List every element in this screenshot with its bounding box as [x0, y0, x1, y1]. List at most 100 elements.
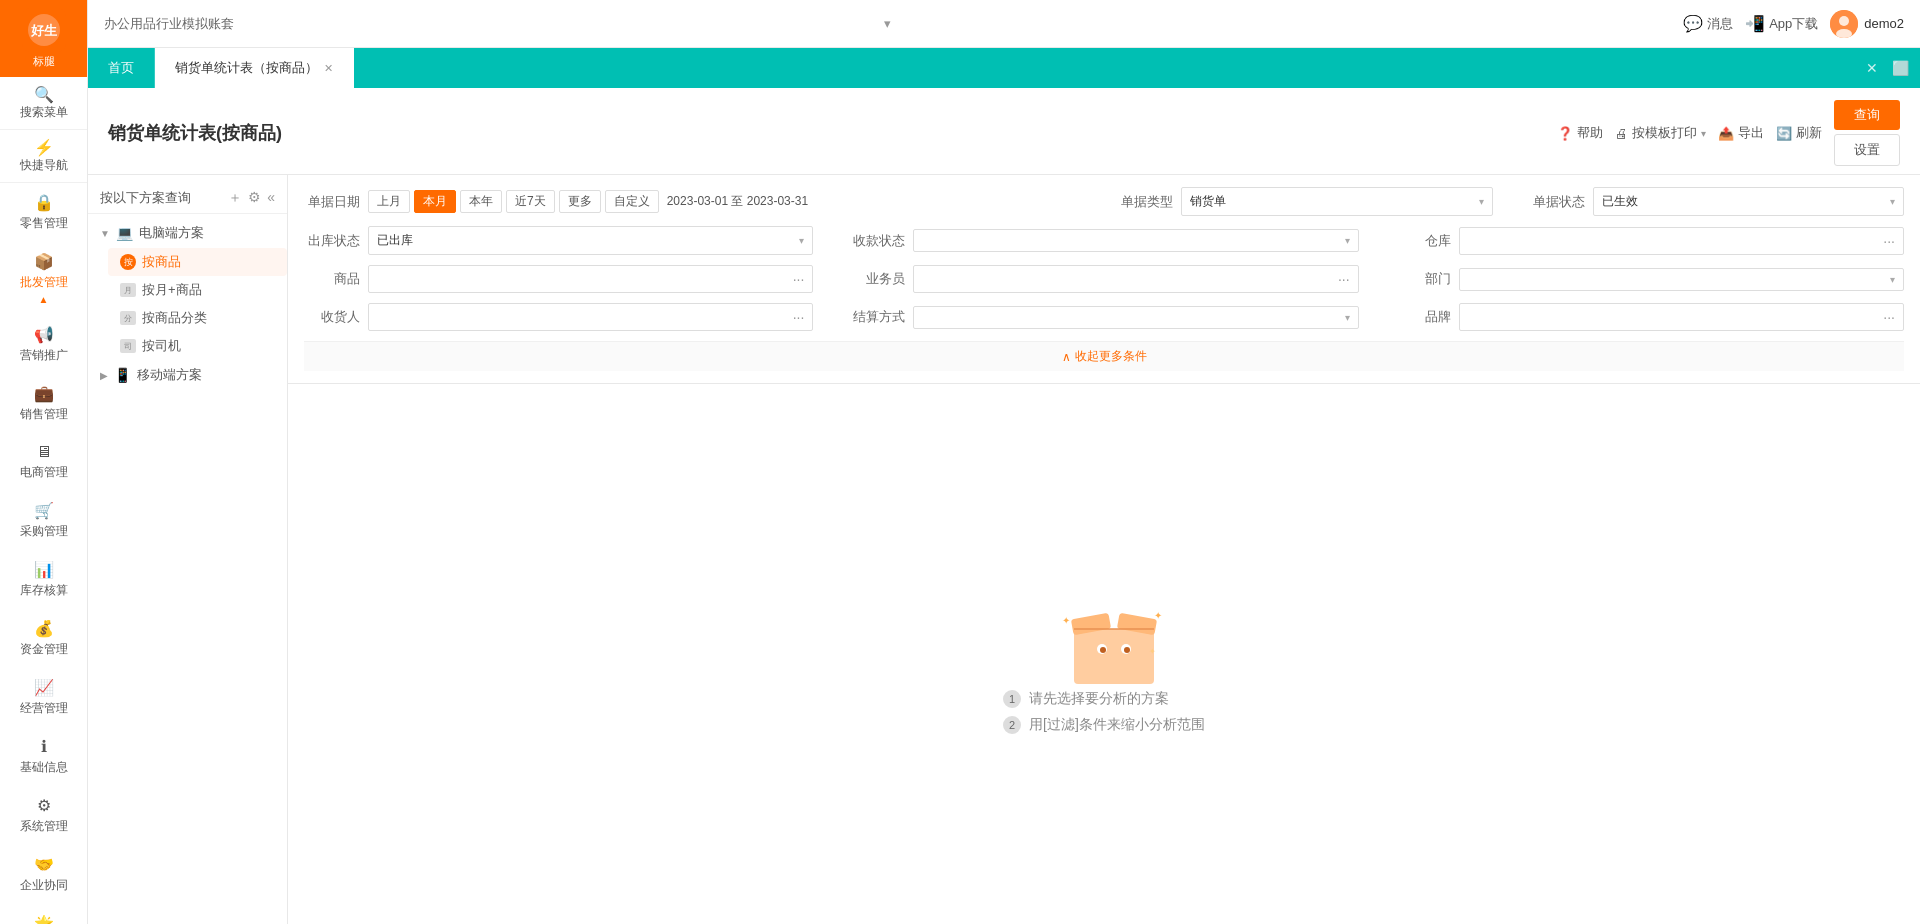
empty-tips: 1 请先选择要分析的方案 2 用[过滤]条件来缩小分析范围	[1003, 690, 1205, 734]
help-button[interactable]: ❓ 帮助	[1557, 124, 1603, 142]
warehouse-input[interactable]: ···	[1459, 227, 1904, 255]
doc-status-select[interactable]: 已生效 ▾	[1593, 187, 1904, 216]
date-btn-this-month[interactable]: 本月	[414, 190, 456, 213]
basic-info-icon: ℹ	[41, 737, 47, 756]
sidebar-item-inventory[interactable]: 📊 库存核算	[0, 550, 87, 609]
app-download-button[interactable]: 📲 App下载	[1745, 14, 1818, 33]
left-panel-header: 按以下方案查询 ＋ ⚙ «	[88, 183, 287, 214]
tab-close-button[interactable]: ✕	[324, 62, 333, 75]
sidebar-item-collaboration[interactable]: 🤝 企业协同	[0, 845, 87, 904]
settings-button[interactable]: 设置	[1834, 134, 1900, 166]
sidebar-item-operations[interactable]: 📈 经营管理	[0, 668, 87, 727]
sidebar-item-wholesale[interactable]: 📦 批发管理 ▲	[0, 242, 87, 315]
maximize-tab-btn[interactable]: ⬜	[1888, 56, 1912, 80]
dept-select[interactable]: ▾	[1459, 268, 1904, 291]
sidebar: 好生 标腿 🔍 搜索菜单 ⚡ 快捷导航 🔒 零售管理 📦 批发管理 ▲ 📢 营销…	[0, 0, 88, 924]
date-btn-this-year[interactable]: 本年	[460, 190, 502, 213]
by-month-goods-icon: 月	[120, 283, 136, 297]
sidebar-item-system[interactable]: ⚙ 系统管理	[0, 786, 87, 845]
settings-scheme-icon[interactable]: ⚙	[248, 189, 261, 207]
add-scheme-icon[interactable]: ＋	[228, 189, 242, 207]
sidebar-item-marketing[interactable]: 📢 营销推广	[0, 315, 87, 374]
brand-dots-icon: ···	[1883, 309, 1895, 325]
out-status-select[interactable]: 已出库 ▾	[368, 226, 813, 255]
export-icon: 📤	[1718, 126, 1734, 141]
search-menu-item[interactable]: 🔍 搜索菜单	[0, 77, 87, 130]
sidebar-item-ecommerce[interactable]: 🖥 电商管理	[0, 433, 87, 491]
finance-icon: 💰	[34, 619, 54, 638]
dept-arrow-icon: ▾	[1890, 274, 1895, 285]
collect-status-select[interactable]: ▾	[913, 229, 1358, 252]
out-status-label: 出库状态	[304, 232, 360, 250]
tree-item-by-driver[interactable]: 司 按司机	[108, 332, 287, 360]
tab-sales-stats[interactable]: 销货单统计表（按商品） ✕	[155, 48, 354, 88]
sidebar-logo[interactable]: 好生 标腿	[0, 0, 87, 77]
filter-row-3: 商品 ··· 业务员 ··· 部门	[304, 265, 1904, 293]
date-btn-last-7-days[interactable]: 近7天	[506, 190, 555, 213]
query-button[interactable]: 查询	[1834, 100, 1900, 130]
out-status-arrow-icon: ▾	[799, 235, 804, 246]
right-panel: 单据日期 上月 本月 本年 近7天 更多 自定义 2023-03-01 至 20…	[288, 175, 1920, 924]
user-menu[interactable]: demo2	[1830, 10, 1904, 38]
tree-item-by-category[interactable]: 分 按商品分类	[108, 304, 287, 332]
tree-item-by-goods[interactable]: 按 按商品	[108, 248, 287, 276]
quick-nav-item[interactable]: ⚡ 快捷导航	[0, 130, 87, 183]
sidebar-item-newbie[interactable]: 🌟 新手引导	[0, 904, 87, 924]
mobile-folder-icon: 📱	[114, 367, 131, 383]
system-icon: ⚙	[37, 796, 51, 815]
goods-label: 商品	[304, 270, 360, 288]
collaboration-icon: 🤝	[34, 855, 54, 874]
export-button[interactable]: 📤 导出	[1718, 124, 1764, 142]
tree-item-by-month-goods[interactable]: 月 按月+商品	[108, 276, 287, 304]
app-download-icon: 📲	[1745, 14, 1765, 33]
tab-home[interactable]: 首页	[88, 48, 155, 88]
sidebar-item-basic-info[interactable]: ℹ 基础信息	[0, 727, 87, 786]
message-button[interactable]: 💬 消息	[1683, 14, 1733, 33]
settle-select[interactable]: ▾	[913, 306, 1358, 329]
brand-input[interactable]: ···	[1459, 303, 1904, 331]
page-title: 销货单统计表(按商品)	[108, 121, 282, 145]
help-icon: ❓	[1557, 126, 1573, 141]
collapse-bar[interactable]: ∧ 收起更多条件	[304, 341, 1904, 371]
print-dropdown-icon[interactable]: ▾	[1701, 128, 1706, 139]
sales-stats-tab-label: 销货单统计表（按商品）	[175, 59, 318, 77]
tree-pc-section[interactable]: ▼ 💻 电脑端方案	[88, 218, 287, 248]
receiver-input[interactable]: ···	[368, 303, 813, 331]
date-btn-more[interactable]: 更多	[559, 190, 601, 213]
tree-mobile-section[interactable]: ▶ 📱 移动端方案	[88, 360, 287, 390]
print-button[interactable]: 🖨 按模板打印 ▾	[1615, 124, 1706, 142]
sidebar-item-retail[interactable]: 🔒 零售管理	[0, 183, 87, 242]
goods-input[interactable]: ···	[368, 265, 813, 293]
svg-text:✦: ✦	[1154, 610, 1162, 621]
salesperson-input[interactable]: ···	[913, 265, 1358, 293]
collapse-panel-icon[interactable]: «	[267, 189, 275, 207]
left-panel: 按以下方案查询 ＋ ⚙ « ▼ 💻 电脑端方案 按 按商品	[88, 175, 288, 924]
sidebar-item-sales[interactable]: 💼 销售管理	[0, 374, 87, 433]
doc-type-select[interactable]: 销货单 ▾	[1181, 187, 1492, 216]
topbar-dropdown-icon[interactable]: ▾	[884, 16, 891, 31]
doc-type-arrow-icon: ▾	[1479, 196, 1484, 207]
tree-arrow-icon: ▼	[100, 228, 110, 239]
svg-point-12	[1124, 647, 1130, 653]
svg-rect-5	[1074, 629, 1154, 684]
svg-text:✦: ✦	[1062, 615, 1070, 626]
logo-image: 好生	[22, 8, 66, 52]
date-btn-last-month[interactable]: 上月	[368, 190, 410, 213]
tree-mobile-arrow-icon: ▶	[100, 370, 108, 381]
purchase-icon: 🛒	[34, 501, 54, 520]
close-tab-btn[interactable]: ✕	[1860, 56, 1884, 80]
svg-text:好生: 好生	[30, 23, 57, 38]
wholesale-icon: 📦	[34, 252, 54, 271]
by-driver-icon: 司	[120, 339, 136, 353]
goods-dots-icon: ···	[793, 271, 805, 287]
filter-row-2: 出库状态 已出库 ▾ 收款状态 ▾ 仓库	[304, 226, 1904, 255]
left-panel-title: 按以下方案查询	[100, 189, 191, 207]
date-btn-custom[interactable]: 自定义	[605, 190, 659, 213]
sidebar-item-purchase[interactable]: 🛒 采购管理	[0, 491, 87, 550]
filter-area: 单据日期 上月 本月 本年 近7天 更多 自定义 2023-03-01 至 20…	[288, 175, 1920, 384]
sidebar-item-finance[interactable]: 💰 资金管理	[0, 609, 87, 668]
date-buttons-group: 上月 本月 本年 近7天 更多 自定义 2023-03-01 至 2023-03…	[368, 190, 808, 213]
refresh-button[interactable]: 🔄 刷新	[1776, 124, 1822, 142]
svg-point-11	[1100, 647, 1106, 653]
tree-sub-items: 按 按商品 月 按月+商品 分 按商品分类 司 按司机	[88, 248, 287, 360]
